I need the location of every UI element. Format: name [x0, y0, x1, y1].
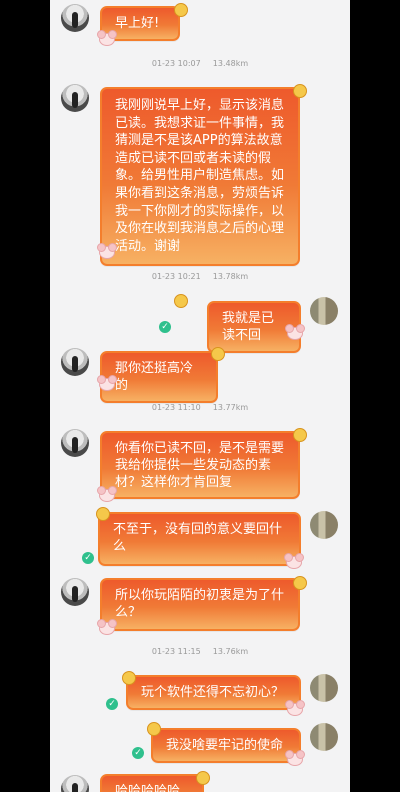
message-meta: 01-23 11:10 13.77km — [50, 403, 350, 412]
mouse-sticker-icon — [284, 553, 304, 569]
contact-avatar[interactable] — [61, 84, 89, 112]
message-text: 我刚刚说早上好，显示该消息已读。我想求证一件事情，我猜测是不是该APP的算法故意… — [115, 98, 285, 254]
lantern-decoration-icon — [293, 576, 307, 590]
message-text: 不至于，没有回的意义要回什么 — [113, 522, 283, 554]
read-check-icon: ✓ — [82, 552, 94, 564]
message-text: 所以你玩陌陌的初衷是为了什么？ — [115, 588, 285, 620]
message-text: 我就是已读不回 — [222, 311, 275, 343]
contact-avatar[interactable] — [61, 429, 89, 457]
my-avatar[interactable] — [310, 297, 338, 325]
lantern-decoration-icon — [293, 428, 307, 442]
chat-screen: 早上好! 01-23 10:07 13.48km 我刚刚说早上好，显示该消息已读… — [50, 0, 350, 792]
my-avatar[interactable] — [310, 723, 338, 751]
read-check-icon: ✓ — [132, 747, 144, 759]
read-check-icon: ✓ — [159, 321, 171, 333]
message-bubble-incoming[interactable]: 所以你玩陌陌的初衷是为了什么？ — [100, 578, 300, 631]
contact-avatar[interactable] — [61, 775, 89, 792]
read-check-icon: ✓ — [106, 698, 118, 710]
message-bubble-outgoing[interactable]: 玩个软件还得不忘初心？ — [126, 675, 301, 710]
lantern-decoration-icon — [96, 507, 110, 521]
message-text: 你看你已读不回，是不是需要我给你提供一些发动态的素材？这样你才肯回复 — [115, 441, 285, 490]
contact-avatar[interactable] — [61, 348, 89, 376]
message-meta: 01-23 11:15 13.76km — [50, 647, 350, 656]
mouse-sticker-icon — [97, 375, 117, 391]
lantern-decoration-icon — [293, 84, 307, 98]
message-distance: 13.77km — [212, 403, 249, 412]
lantern-decoration-icon — [147, 722, 161, 736]
message-distance: 13.48km — [212, 59, 249, 68]
mouse-sticker-icon — [97, 30, 117, 46]
message-time: 01-23 10:07 — [151, 59, 201, 68]
lantern-decoration-icon — [174, 294, 188, 308]
my-avatar[interactable] — [310, 674, 338, 702]
message-bubble-outgoing[interactable]: 不至于，没有回的意义要回什么 — [98, 512, 301, 566]
mouse-sticker-icon — [97, 619, 117, 635]
mouse-sticker-icon — [285, 324, 305, 340]
mouse-sticker-icon — [285, 750, 305, 766]
message-time: 01-23 11:10 — [151, 403, 201, 412]
message-distance: 13.76km — [212, 647, 249, 656]
message-bubble-incoming[interactable]: 我刚刚说早上好，显示该消息已读。我想求证一件事情，我猜测是不是该APP的算法故意… — [100, 87, 300, 267]
lantern-decoration-icon — [211, 347, 225, 361]
contact-avatar[interactable] — [61, 578, 89, 606]
mouse-sticker-icon — [97, 486, 117, 502]
my-avatar[interactable] — [310, 511, 338, 539]
message-distance: 13.78km — [212, 272, 249, 281]
message-text: 哈哈哈哈哈 — [115, 784, 181, 792]
message-meta: 01-23 10:21 13.78km — [50, 272, 350, 281]
message-text: 那你还挺高冷的 — [115, 361, 194, 393]
contact-avatar[interactable] — [61, 4, 89, 32]
message-bubble-outgoing[interactable]: 我没啥要牢记的使命 — [151, 728, 301, 763]
message-bubble-incoming[interactable]: 你看你已读不回，是不是需要我给你提供一些发动态的素材？这样你才肯回复 — [100, 431, 300, 499]
lantern-decoration-icon — [196, 771, 210, 785]
message-text: 玩个软件还得不忘初心？ — [141, 685, 285, 700]
message-bubble-incoming[interactable]: 那你还挺高冷的 — [100, 351, 218, 403]
lantern-decoration-icon — [174, 3, 188, 17]
message-meta: 01-23 10:07 13.48km — [50, 59, 350, 68]
mouse-sticker-icon — [97, 243, 117, 259]
message-bubble-incoming[interactable]: 哈哈哈哈哈 — [100, 774, 204, 792]
message-time: 01-23 11:15 — [151, 647, 201, 656]
message-text: 早上好! — [115, 16, 160, 31]
lantern-decoration-icon — [122, 671, 136, 685]
mouse-sticker-icon — [285, 700, 305, 716]
message-text: 我没啥要牢记的使命 — [166, 738, 284, 753]
message-time: 01-23 10:21 — [151, 272, 201, 281]
